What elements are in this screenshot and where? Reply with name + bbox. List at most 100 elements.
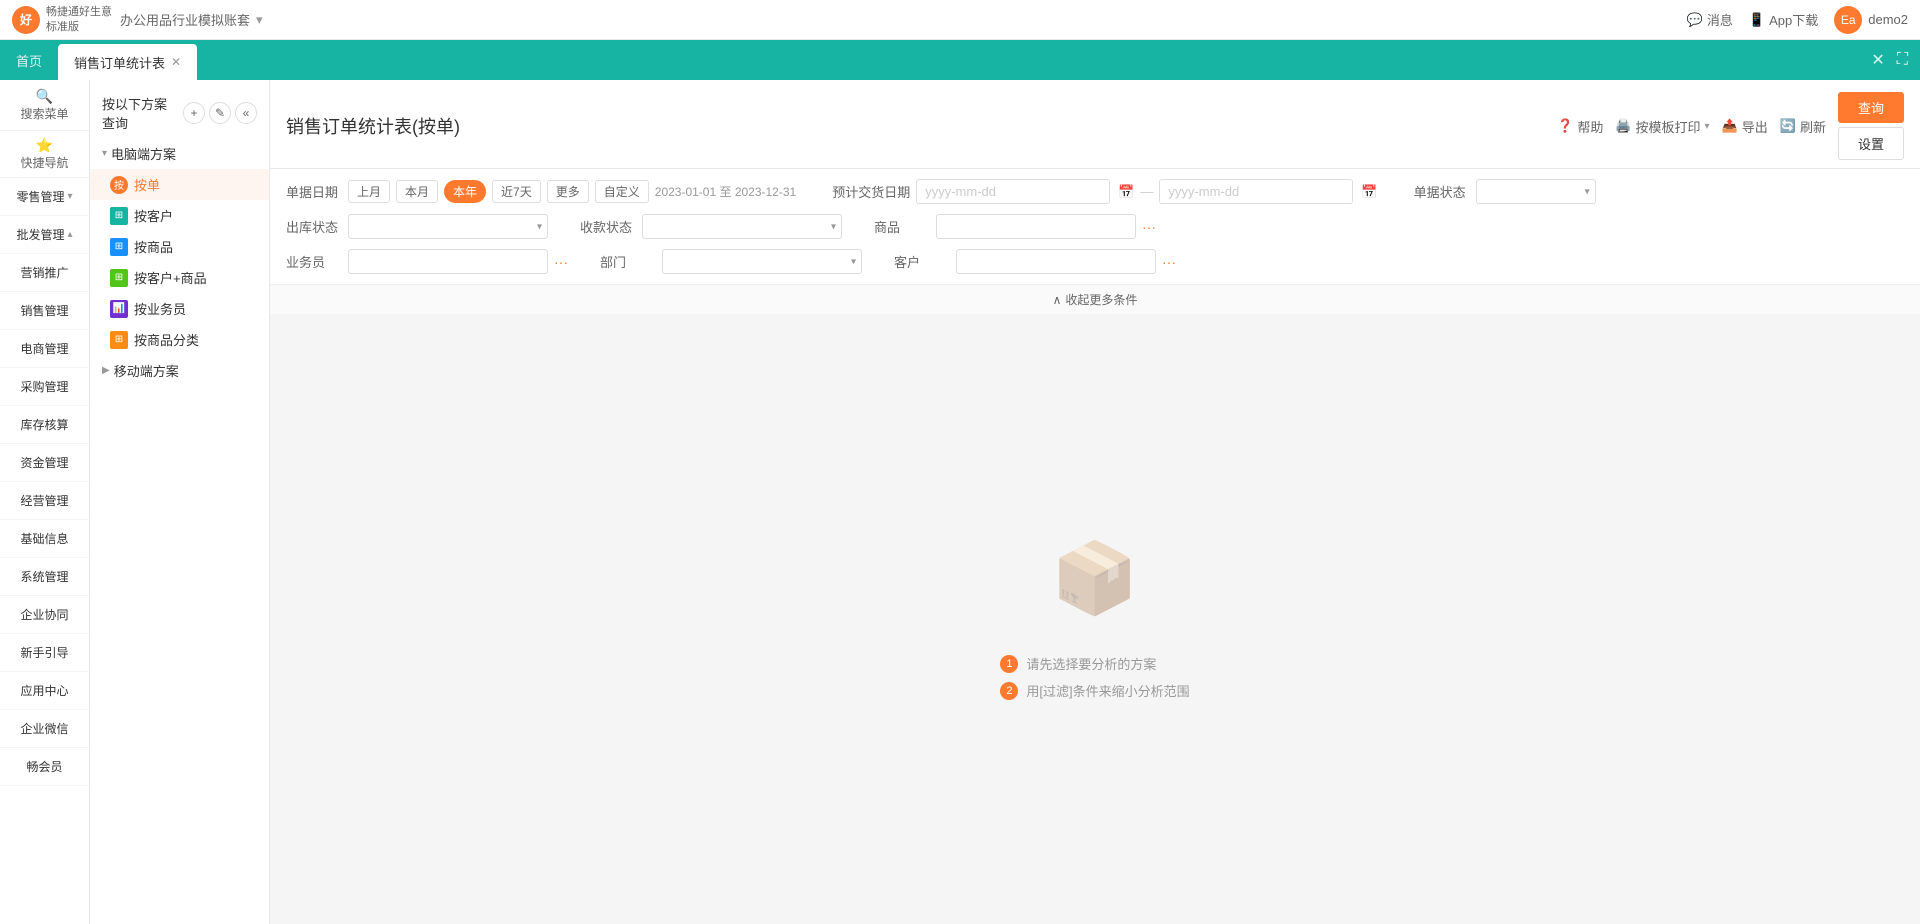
salesman-input[interactable] bbox=[348, 249, 548, 274]
export-btn[interactable]: 📤 导出 bbox=[1722, 117, 1768, 136]
sidebar-item-finance-label: 资金管理 bbox=[20, 454, 68, 471]
print-arrow: ▾ bbox=[1705, 121, 1710, 132]
tree-item-by-category[interactable]: ⊞ 按商品分类 bbox=[90, 324, 269, 355]
sidebar-item-wechat[interactable]: 企业微信 bbox=[0, 710, 89, 748]
goods-input[interactable] bbox=[936, 214, 1136, 239]
tree-item-by-customer[interactable]: ⊞ 按客户 bbox=[90, 200, 269, 231]
tree-parent-arrow: ▾ bbox=[102, 148, 107, 159]
bill-status-select[interactable] bbox=[1476, 179, 1596, 204]
app-download-btn[interactable]: 📱 App下载 bbox=[1749, 10, 1818, 29]
sidebar-item-marketing[interactable]: 营销推广 bbox=[0, 254, 89, 292]
help-btn[interactable]: ❓ 帮助 bbox=[1557, 117, 1603, 136]
tip-num-1: 1 bbox=[1000, 655, 1018, 673]
tree-parent-pc[interactable]: ▾ 电脑端方案 bbox=[90, 138, 269, 169]
sidebar-item-wechat-label: 企业微信 bbox=[20, 720, 68, 737]
tree-item-by-salesman[interactable]: 📊 按业务员 bbox=[90, 293, 269, 324]
tab-expand-icon[interactable]: ⛶ bbox=[1897, 51, 1908, 69]
tree-item-order-label: 按单 bbox=[134, 175, 160, 194]
print-btn[interactable]: 🖨️ 按模板打印 ▾ bbox=[1615, 117, 1709, 136]
tree-item-customer-label: 按客户 bbox=[134, 206, 173, 225]
tab-close-icon[interactable]: ✕ bbox=[171, 55, 181, 69]
tab-home[interactable]: 首页 bbox=[0, 40, 58, 80]
sidebar-item-basic-label: 基础信息 bbox=[20, 530, 68, 547]
customer-input[interactable] bbox=[956, 249, 1156, 274]
refresh-btn[interactable]: 🔄 刷新 bbox=[1780, 117, 1826, 136]
sidebar-item-basic[interactable]: 基础信息 bbox=[0, 520, 89, 558]
settings-btn[interactable]: 设置 bbox=[1838, 127, 1904, 160]
sidebar-item-purchase[interactable]: 采购管理 bbox=[0, 368, 89, 406]
page-title: 销售订单统计表(按单) bbox=[286, 113, 460, 139]
customer-more-btn[interactable]: ··· bbox=[1162, 254, 1176, 270]
panel-add-btn[interactable]: + bbox=[183, 102, 205, 124]
logo-icon: 好 bbox=[12, 6, 40, 34]
sidebar-item-sales[interactable]: 销售管理 bbox=[0, 292, 89, 330]
tree-item-by-goods[interactable]: ⊞ 按商品 bbox=[90, 231, 269, 262]
pay-status-select[interactable] bbox=[642, 214, 842, 239]
tab-close-window-icon[interactable]: ✕ bbox=[1871, 50, 1884, 70]
tree-parent-mobile[interactable]: ▶ 移动端方案 bbox=[90, 355, 269, 386]
sidebar-item-operation-label: 经营管理 bbox=[20, 492, 68, 509]
search-menu-btn[interactable]: 🔍 搜索菜单 bbox=[0, 80, 89, 131]
date-calendar-icon-end[interactable]: 📅 bbox=[1361, 184, 1377, 200]
filter-bill-status-item: 单据状态 bbox=[1414, 179, 1596, 204]
left-panel: 按以下方案查询 + ✎ « ▾ 电脑端方案 按 按单 ⊞ 按客户 ⊞ 按商品 ⊞… bbox=[90, 80, 270, 924]
goods-more-btn[interactable]: ··· bbox=[1142, 219, 1156, 235]
sidebar-item-guide[interactable]: 新手引导 bbox=[0, 634, 89, 672]
panel-collapse-btn[interactable]: « bbox=[235, 102, 257, 124]
salesman-label: 业务员 bbox=[286, 252, 342, 271]
date-calendar-icon-start[interactable]: 📅 bbox=[1118, 184, 1134, 200]
expected-date-end[interactable] bbox=[1159, 179, 1353, 204]
filter-date-group: 上月 本月 本年 近7天 更多 自定义 bbox=[348, 180, 649, 203]
message-btn[interactable]: 💬 消息 bbox=[1687, 10, 1733, 29]
breadcrumb-text: 办公用品行业模拟账套 bbox=[120, 10, 250, 29]
dept-select-wrap bbox=[662, 249, 862, 274]
filter-salesman-item: 业务员 ··· bbox=[286, 249, 568, 274]
user-area[interactable]: Ea demo2 bbox=[1834, 6, 1908, 34]
sidebar-item-wholesale[interactable]: 批发管理 ▴ bbox=[0, 216, 89, 254]
sidebar-item-enterprise[interactable]: 企业协同 bbox=[0, 596, 89, 634]
sidebar-item-guide-label: 新手引导 bbox=[20, 644, 68, 661]
message-icon: 💬 bbox=[1687, 12, 1703, 28]
sidebar-item-retail-label: 零售管理 bbox=[16, 188, 64, 205]
tree-item-by-customer-goods[interactable]: ⊞ 按客户+商品 bbox=[90, 262, 269, 293]
date-btn-this-year[interactable]: 本年 bbox=[444, 180, 486, 203]
refresh-label: 刷新 bbox=[1800, 117, 1826, 136]
filter-customer-item: 客户 ··· bbox=[894, 249, 1176, 274]
sidebar-item-operation[interactable]: 经营管理 bbox=[0, 482, 89, 520]
query-btn[interactable]: 查询 bbox=[1838, 92, 1904, 123]
sidebar-item-appstore[interactable]: 应用中心 bbox=[0, 672, 89, 710]
sidebar-item-inventory[interactable]: 库存核算 bbox=[0, 406, 89, 444]
out-status-select[interactable] bbox=[348, 214, 548, 239]
tree-item-goods-label: 按商品 bbox=[134, 237, 173, 256]
tab-sales-stats[interactable]: 销售订单统计表 ✕ bbox=[58, 44, 197, 80]
date-btn-more[interactable]: 更多 bbox=[547, 180, 589, 203]
date-btn-last-7[interactable]: 近7天 bbox=[492, 180, 541, 203]
filter-row-2: 出库状态 收款状态 bbox=[286, 214, 1904, 239]
date-btn-custom[interactable]: 自定义 bbox=[595, 180, 649, 203]
quick-nav-btn[interactable]: ⭐ 快捷导航 bbox=[0, 131, 89, 178]
dept-select[interactable] bbox=[662, 249, 862, 274]
sidebar-item-ecommerce[interactable]: 电商管理 bbox=[0, 330, 89, 368]
empty-tip-1: 1 请先选择要分析的方案 bbox=[1000, 654, 1189, 673]
panel-edit-btn[interactable]: ✎ bbox=[209, 102, 231, 124]
sidebar-item-retail[interactable]: 零售管理 ▾ bbox=[0, 178, 89, 216]
date-btn-last-month[interactable]: 上月 bbox=[348, 180, 390, 203]
sidebar-item-finance[interactable]: 资金管理 bbox=[0, 444, 89, 482]
collapse-bar[interactable]: ∧ 收起更多条件 bbox=[270, 284, 1920, 314]
out-status-select-wrap bbox=[348, 214, 548, 239]
salesman-more-btn[interactable]: ··· bbox=[554, 254, 568, 270]
tree-item-salesman-label: 按业务员 bbox=[134, 299, 186, 318]
tree-item-by-order[interactable]: 按 按单 bbox=[90, 169, 269, 200]
date-btn-this-month[interactable]: 本月 bbox=[396, 180, 438, 203]
expected-date-start[interactable] bbox=[916, 179, 1110, 204]
date-separator: — bbox=[1140, 184, 1153, 199]
tree-icon-order: 按 bbox=[110, 176, 128, 194]
collapse-icon: ∧ bbox=[1053, 293, 1062, 307]
sidebar-item-member[interactable]: 畅会员 bbox=[0, 748, 89, 786]
logo-text: 畅捷通好生意 标准版 bbox=[46, 5, 112, 34]
tree-icon-goods: ⊞ bbox=[110, 238, 128, 256]
breadcrumb-arrow[interactable]: ▾ bbox=[256, 12, 263, 28]
content-header-actions: ❓ 帮助 🖨️ 按模板打印 ▾ 📤 导出 🔄 刷新 查询 bbox=[1557, 92, 1904, 160]
sidebar-item-member-label: 畅会员 bbox=[26, 758, 62, 775]
sidebar-item-system[interactable]: 系统管理 bbox=[0, 558, 89, 596]
